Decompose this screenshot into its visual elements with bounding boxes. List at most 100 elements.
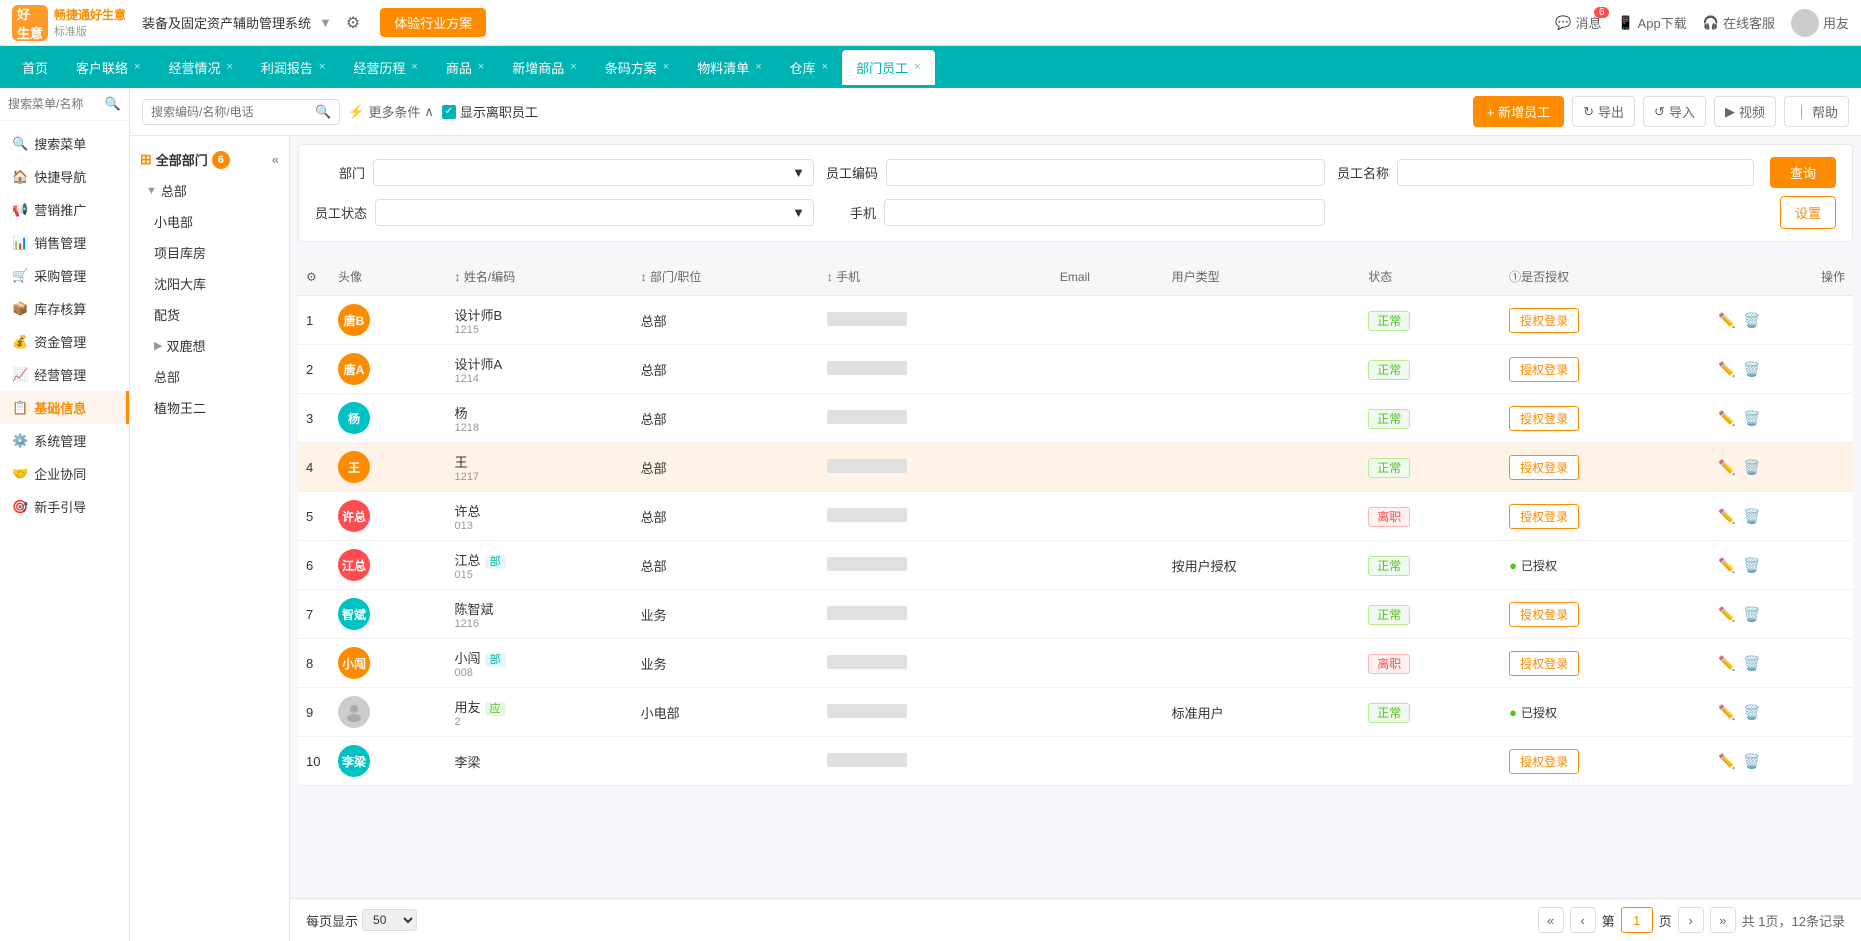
tab-close-history[interactable]: × [411,61,417,73]
last-page-btn[interactable]: » [1710,907,1736,933]
auth-button[interactable]: 授权登录 [1509,602,1579,627]
sidebar-item-inventory[interactable]: 📦库存核算 [0,292,129,325]
settings-icon[interactable]: ⚙ [346,13,360,33]
first-page-btn[interactable]: « [1538,907,1564,933]
row-auth[interactable]: 授权登录 [1501,639,1710,688]
row-auth[interactable]: 授权登录 [1501,590,1710,639]
emp-name-input[interactable] [1397,159,1754,186]
auth-button[interactable]: 授权登录 [1509,749,1579,774]
sidebar-item-collab[interactable]: 🤝企业协同 [0,457,129,490]
dept-tree-item-xiaodianzhi[interactable]: 小电部 [130,206,289,237]
export-button[interactable]: ↻ 导出 [1572,96,1635,127]
edit-icon[interactable]: ✏️ [1718,508,1735,525]
auth-button[interactable]: 授权登录 [1509,651,1579,676]
edit-icon[interactable]: ✏️ [1718,557,1735,574]
show-inactive-wrap[interactable]: ✓ 显示离职员工 [442,102,538,121]
tab-goods[interactable]: 商品 × [432,50,498,85]
delete-icon[interactable]: 🗑️ [1743,557,1760,574]
tab-bom[interactable]: 物料清单 × [683,50,775,85]
prev-page-btn[interactable]: ‹ [1570,907,1596,933]
online-service[interactable]: 🎧 在线客服 [1703,13,1775,32]
dept-tree-item-zhiwu[interactable]: 植物王二 [130,392,289,423]
delete-icon[interactable]: 🗑️ [1743,704,1760,721]
search-input[interactable] [151,105,311,119]
auth-button[interactable]: 授权登录 [1509,406,1579,431]
delete-icon[interactable]: 🗑️ [1743,361,1760,378]
auth-button[interactable]: 授权登录 [1509,504,1579,529]
app-download[interactable]: 📱 App下载 [1617,13,1686,32]
add-employee-button[interactable]: + 新增员工 [1473,96,1564,127]
tab-close-warehouse[interactable]: × [822,61,828,73]
sidebar-item-search[interactable]: 🔍搜索菜单 [0,127,129,160]
row-auth[interactable]: 授权登录 [1501,296,1710,345]
dept-collapse-btn[interactable]: « [272,152,279,167]
tab-operation[interactable]: 经营情况 × [154,50,246,85]
tab-profit[interactable]: 利润报告 × [247,50,339,85]
per-page-select[interactable]: 50 100 [362,909,417,931]
dept-select[interactable]: ▼ [373,159,814,186]
status-select[interactable]: ▼ [375,199,814,226]
tab-employees[interactable]: 部门员工 × [842,50,934,85]
tab-home[interactable]: 首页 [8,50,62,85]
search-wrap[interactable]: 🔍 [142,99,340,125]
delete-icon[interactable]: 🗑️ [1743,753,1760,770]
edit-icon[interactable]: ✏️ [1718,459,1735,476]
col-dept[interactable]: ↕ 部门/职位 [633,258,819,296]
tab-close-bom[interactable]: × [755,61,761,73]
more-filter-btn[interactable]: ⚡ 更多条件 ∧ [348,102,434,121]
dept-tree-item-zb[interactable]: 总部 [130,361,289,392]
dept-tree-item-shuanglu[interactable]: ▶双鹿想 [130,330,289,361]
sidebar-item-sales[interactable]: 📊销售管理 [0,226,129,259]
sidebar-item-marketing[interactable]: 📢营销推广 [0,193,129,226]
tab-customer[interactable]: 客户联络 × [62,50,154,85]
tab-barcode[interactable]: 条码方案 × [591,50,683,85]
edit-icon[interactable]: ✏️ [1718,361,1735,378]
tab-close-customer[interactable]: × [134,61,140,73]
auth-button[interactable]: 授权登录 [1509,357,1579,382]
tab-warehouse[interactable]: 仓库 × [776,50,842,85]
col-phone[interactable]: ↕ 手机 [819,258,1052,296]
view-button[interactable]: ▶ 视频 [1714,96,1776,127]
user-menu[interactable]: 用友 [1791,9,1849,37]
sidebar-search-input[interactable] [8,97,101,111]
edit-icon[interactable]: ✏️ [1718,410,1735,427]
tab-close-profit[interactable]: × [319,61,325,73]
dept-tree-item-zongbu[interactable]: ▼ 总部 [130,175,289,206]
auth-button[interactable]: 授权登录 [1509,308,1579,333]
delete-icon[interactable]: 🗑️ [1743,606,1760,623]
sidebar-item-operations[interactable]: 📈经营管理 [0,358,129,391]
tab-close-goods[interactable]: × [478,61,484,73]
sidebar-item-base[interactable]: 📋基础信息 [0,391,129,424]
edit-icon[interactable]: ✏️ [1718,606,1735,623]
col-settings[interactable]: ⚙ [298,258,330,296]
phone-input[interactable] [884,199,1325,226]
sidebar-search-wrap[interactable]: 🔍 [0,88,129,121]
sidebar-item-system[interactable]: ⚙️系统管理 [0,424,129,457]
sidebar-item-purchase[interactable]: 🛒采购管理 [0,259,129,292]
edit-icon[interactable]: ✏️ [1718,655,1735,672]
sidebar-item-finance[interactable]: 💰资金管理 [0,325,129,358]
emp-code-input[interactable] [886,159,1325,186]
dropdown-arrow-icon[interactable]: ▼ [319,15,332,30]
edit-icon[interactable]: ✏️ [1718,704,1735,721]
trial-button[interactable]: 体验行业方案 [380,8,486,37]
import-button[interactable]: ↺ 导入 [1643,96,1706,127]
tab-history[interactable]: 经营历程 × [339,50,431,85]
sidebar-item-guide[interactable]: 🎯新手引导 [0,490,129,523]
col-name-code[interactable]: ↕ 姓名/编码 [447,258,633,296]
delete-icon[interactable]: 🗑️ [1743,459,1760,476]
row-auth[interactable]: 授权登录 [1501,394,1710,443]
row-auth[interactable]: 授权登录 [1501,492,1710,541]
dept-tree-item-peihuo[interactable]: 配货 [130,299,289,330]
page-input[interactable] [1621,907,1653,933]
tab-close-employees[interactable]: × [914,61,920,73]
tab-new-goods[interactable]: 新增商品 × [498,50,590,85]
delete-icon[interactable]: 🗑️ [1743,312,1760,329]
row-auth[interactable]: 授权登录 [1501,443,1710,492]
query-button[interactable]: 查询 [1770,157,1836,188]
row-auth[interactable]: 授权登录 [1501,345,1710,394]
delete-icon[interactable]: 🗑️ [1743,508,1760,525]
reset-button[interactable]: 设置 [1780,196,1836,229]
tab-close-barcode[interactable]: × [663,61,669,73]
tab-close-new-goods[interactable]: × [570,61,576,73]
